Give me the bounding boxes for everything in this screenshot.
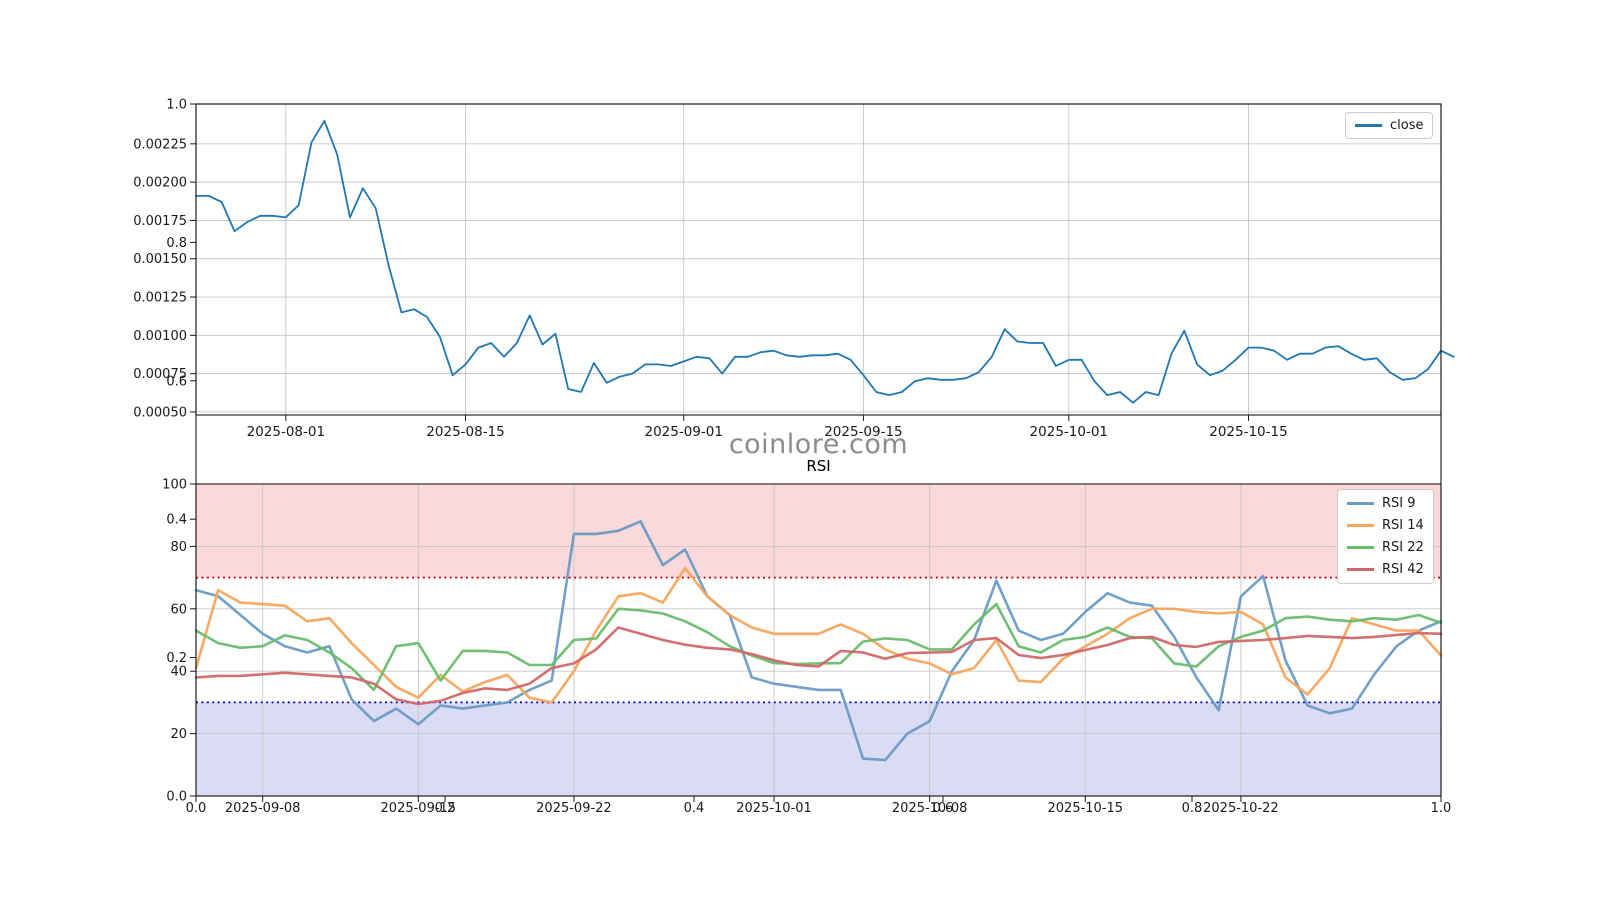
phantom-y-tick-label: 1.0	[166, 98, 187, 113]
rsi-line-series-4	[194, 626, 1443, 706]
price-y-tick-label: 0.00200	[133, 176, 187, 191]
chart-figure: 0.0 0.2 0.4 0.6 0.8 1.0 0.0 0.2 0.4 0.6 0.8 1.0 0.00…	[0, 0, 1600, 900]
legend-label: RSI 22	[1382, 540, 1424, 555]
rsi-y-tick-label: 80	[170, 540, 187, 555]
rsi-x-tick-label: 2025-10-08	[892, 801, 968, 816]
legend-label: RSI 9	[1382, 496, 1416, 511]
rsi-y-tick-label: 60	[170, 602, 187, 617]
legend-swatch-icon	[1347, 524, 1374, 527]
price-y-tick-label: 0.00225	[133, 137, 187, 152]
phantom-y-tick-label: 0.4	[166, 513, 187, 528]
price-y-tick-label: 0.00050	[133, 405, 187, 420]
rsi-x-tick-label: 2025-09-15	[381, 801, 457, 816]
rsi-x-tick-label: 2025-09-08	[225, 801, 301, 816]
rsi-chart-title: RSI	[806, 457, 831, 475]
legend-item-rsi-14: RSI 14	[1347, 518, 1424, 533]
price-y-tick-label: 0.00175	[133, 214, 187, 229]
rsi-x-tick-label: 2025-09-22	[536, 801, 612, 816]
legend-label-close: close	[1390, 118, 1424, 133]
legend-item-rsi-42: RSI 42	[1347, 562, 1424, 577]
close-line-swatch-icon	[1355, 124, 1382, 127]
rsi-x-tick-label: 2025-10-22	[1203, 801, 1279, 816]
rsi-x-tick-label: 2025-10-01	[736, 801, 812, 816]
phantom-x-tick-label: 0.4	[684, 801, 705, 816]
legend-label: RSI 42	[1382, 562, 1424, 577]
phantom-x-tick-label: 0.8	[1182, 801, 1203, 816]
phantom-x-tick-label: 0.0	[186, 801, 207, 816]
rsi-legend: RSI 9 RSI 14 RSI 22 RSI 42	[1337, 489, 1434, 584]
rsi-y-tick-label: 40	[170, 665, 187, 680]
phantom-x-tick-label: 1.0	[1431, 801, 1452, 816]
rsi-line-series-3	[194, 602, 1443, 692]
legend-swatch-icon	[1347, 546, 1374, 549]
rsi-line-series-2	[194, 566, 1443, 704]
watermark: coinlore.com	[728, 429, 909, 460]
price-y-tick-label: 0.00125	[133, 291, 187, 306]
legend-item-close: close	[1355, 118, 1423, 133]
phantom-y-tick-label: 0.8	[166, 236, 187, 251]
legend-swatch-icon	[1347, 502, 1374, 505]
price-y-tick-label: 0.00075	[133, 367, 187, 382]
legend-swatch-icon	[1347, 568, 1374, 571]
legend-item-rsi-22: RSI 22	[1347, 540, 1424, 555]
rsi-y-tick-label: 20	[170, 727, 187, 742]
rsi-y-tick-label: 100	[162, 478, 187, 493]
close-line-series	[195, 120, 1455, 404]
rsi-x-tick-label: 2025-10-15	[1048, 801, 1124, 816]
legend-label: RSI 14	[1382, 518, 1424, 533]
price-y-tick-label: 0.00150	[133, 252, 187, 267]
price-y-tick-label: 0.00100	[133, 329, 187, 344]
overbought-band	[196, 484, 1441, 578]
price-chart-frame	[195, 103, 1442, 416]
legend-item-rsi-9: RSI 9	[1347, 496, 1424, 511]
price-legend: close	[1345, 112, 1434, 139]
phantom-y-tick-label: 0.0	[166, 790, 187, 805]
